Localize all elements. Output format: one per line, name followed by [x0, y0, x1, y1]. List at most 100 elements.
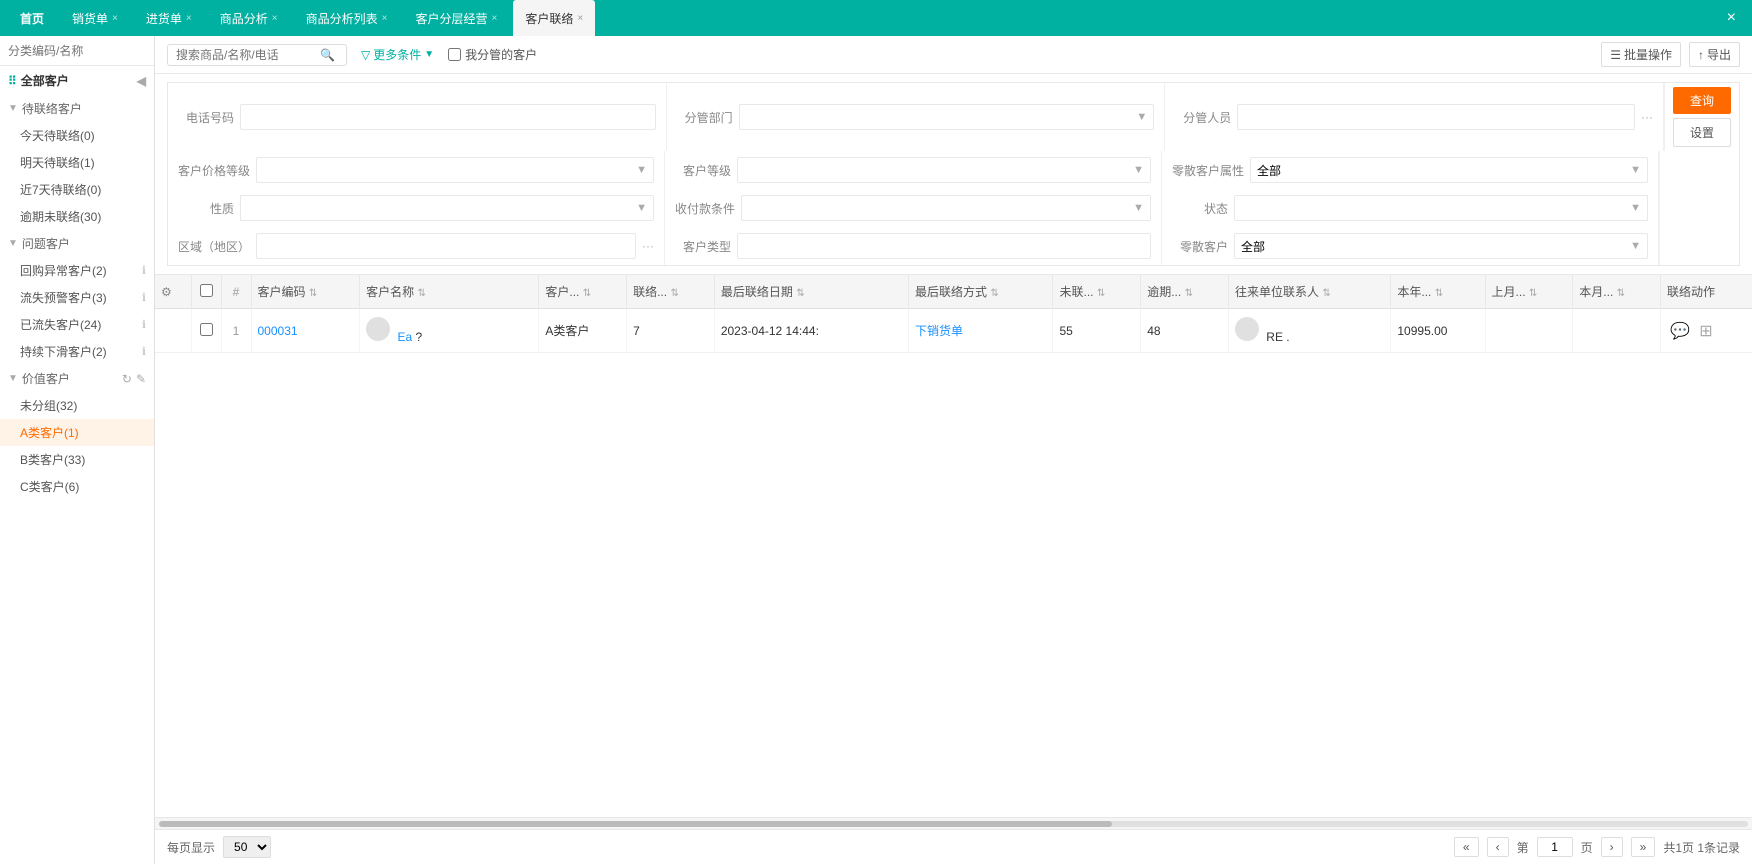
scrollbar-track[interactable] [159, 821, 1748, 827]
customer-type-input[interactable] [737, 233, 1151, 259]
edit-icon[interactable]: ✎ [136, 372, 146, 386]
window-close-button[interactable]: × [1719, 5, 1744, 31]
th-type[interactable]: 客户... ⇅ [539, 275, 627, 309]
region-input-field[interactable] [263, 239, 629, 253]
sidebar-item-class-c[interactable]: C类客户(6) [0, 473, 154, 500]
person-input-field[interactable] [1244, 110, 1628, 124]
phone-input-field[interactable] [247, 110, 649, 124]
th-this-month-sort-icon[interactable]: ⇅ [1617, 288, 1625, 299]
horizontal-scrollbar[interactable] [155, 817, 1752, 829]
th-type-sort-icon[interactable]: ⇅ [583, 288, 591, 299]
sidebar-item-decrease[interactable]: 持续下滑客户(2) ℹ [0, 338, 154, 365]
th-biz-contact-sort-icon[interactable]: ⇅ [1322, 288, 1330, 299]
nav-tab-sales-close[interactable]: × [112, 13, 118, 24]
sidebar-problem-customers-group[interactable]: ▼ 问题客户 [0, 230, 154, 257]
sidebar-item-overdue[interactable]: 逾期未联络(30) [0, 203, 154, 230]
sidebar-item-tomorrow[interactable]: 明天待联络(1) [0, 149, 154, 176]
region-input[interactable] [256, 233, 636, 259]
refresh-icon[interactable]: ↻ [122, 372, 132, 386]
nav-tab-purchase[interactable]: 进货单 × [134, 0, 204, 36]
th-name-sort-icon[interactable]: ⇅ [418, 288, 426, 299]
th-contacts[interactable]: 联络... ⇅ [627, 275, 715, 309]
th-last-method-sort-icon[interactable]: ⇅ [990, 288, 998, 299]
sidebar-item-class-a[interactable]: A类客户(1) [0, 419, 154, 446]
th-code-sort-icon[interactable]: ⇅ [309, 288, 317, 299]
search-icon[interactable]: 🔍 [320, 48, 335, 62]
nav-tab-goods-list-close[interactable]: × [382, 13, 388, 24]
region-dots-icon[interactable]: ··· [642, 239, 654, 253]
nav-tab-customer-contact-close[interactable]: × [577, 13, 583, 24]
scrollbar-thumb[interactable] [159, 821, 1112, 827]
th-checkbox[interactable] [191, 275, 221, 309]
sidebar-item-class-b[interactable]: B类客户(33) [0, 446, 154, 473]
th-this-year-sort-icon[interactable]: ⇅ [1435, 288, 1443, 299]
person-input[interactable] [1237, 104, 1635, 130]
th-last-method[interactable]: 最后联络方式 ⇅ [908, 275, 1053, 309]
next-page-button[interactable]: › [1601, 837, 1623, 857]
th-last-date[interactable]: 最后联络日期 ⇅ [714, 275, 908, 309]
query-button[interactable]: 查询 [1673, 87, 1731, 114]
th-uncontacted[interactable]: 未联... ⇅ [1053, 275, 1141, 309]
status-select[interactable]: ▼ [1234, 195, 1648, 221]
sidebar-search-input[interactable] [8, 44, 155, 58]
nav-tab-goods-list[interactable]: 商品分析列表 × [294, 0, 400, 36]
last-page-button[interactable]: » [1631, 837, 1656, 857]
scatter-attr-select[interactable]: 全部 ▼ [1250, 157, 1648, 183]
th-last-month-sort-icon[interactable]: ⇅ [1529, 288, 1537, 299]
price-level-select[interactable]: ▼ [256, 157, 654, 183]
setting-button[interactable]: 设置 [1673, 118, 1731, 147]
more-filters-button[interactable]: ▽ 更多条件 ▼ [355, 43, 440, 66]
th-last-date-sort-icon[interactable]: ⇅ [796, 288, 804, 299]
sidebar-item-seven-days[interactable]: 近7天待联络(0) [0, 176, 154, 203]
customer-level-select[interactable]: ▼ [737, 157, 1151, 183]
nav-tab-goods[interactable]: 商品分析 × [208, 0, 290, 36]
th-last-month[interactable]: 上月... ⇅ [1485, 275, 1573, 309]
page-size-select[interactable]: 50 [223, 836, 271, 858]
sidebar-pending-contact-group[interactable]: ▼ 待联络客户 [0, 95, 154, 122]
nav-tab-purchase-close[interactable]: × [186, 13, 192, 24]
th-code[interactable]: 客户编码 ⇅ [251, 275, 360, 309]
chat-icon[interactable]: 💬 [1670, 323, 1690, 340]
sidebar-item-unclassified[interactable]: 未分组(32) [0, 392, 154, 419]
select-all-checkbox[interactable] [200, 284, 213, 297]
customer-code-link[interactable]: 000031 [258, 324, 298, 338]
payment-select[interactable]: ▼ [741, 195, 1151, 221]
td-checkbox[interactable] [191, 309, 221, 353]
th-uncontacted-sort-icon[interactable]: ⇅ [1097, 288, 1105, 299]
phone-input[interactable] [240, 104, 656, 130]
th-this-month[interactable]: 本月... ⇅ [1573, 275, 1661, 309]
person-dots-icon[interactable]: ··· [1641, 110, 1653, 124]
my-customers-checkbox[interactable]: 我分管的客户 [448, 46, 537, 63]
sidebar-item-today[interactable]: 今天待联络(0) [0, 122, 154, 149]
th-this-year[interactable]: 本年... ⇅ [1391, 275, 1485, 309]
batch-ops-button[interactable]: ☰ 批量操作 [1601, 42, 1681, 67]
th-overdue-sort-icon[interactable]: ⇅ [1185, 288, 1193, 299]
nav-tab-customer-tier-close[interactable]: × [491, 13, 497, 24]
nav-tab-goods-close[interactable]: × [272, 13, 278, 24]
th-gear[interactable]: ⚙ [155, 275, 191, 309]
row-checkbox[interactable] [200, 323, 213, 336]
sidebar-item-repurchase[interactable]: 回购异常客户(2) ℹ [0, 257, 154, 284]
th-overdue[interactable]: 逾期... ⇅ [1141, 275, 1229, 309]
search-input[interactable] [176, 48, 316, 62]
nature-select[interactable]: ▼ [240, 195, 654, 221]
th-biz-contact[interactable]: 往来单位联系人 ⇅ [1228, 275, 1390, 309]
prev-page-button[interactable]: ‹ [1487, 837, 1509, 857]
my-customers-check[interactable] [448, 48, 461, 61]
scatter-select[interactable]: 全部 ▼ [1234, 233, 1648, 259]
th-name[interactable]: 客户名称 ⇅ [360, 275, 539, 309]
nav-home[interactable]: 首页 [8, 6, 56, 31]
nav-tab-customer-contact[interactable]: 客户联络 × [513, 0, 595, 36]
export-button[interactable]: ↑ 导出 [1689, 42, 1740, 67]
sidebar-item-loss-expected[interactable]: 流失预警客户(3) ℹ [0, 284, 154, 311]
grid-icon[interactable]: ⊞ [1699, 323, 1712, 340]
th-contacts-sort-icon[interactable]: ⇅ [670, 288, 678, 299]
sidebar-collapse-icon[interactable]: ◀ [137, 74, 146, 88]
nav-tab-sales[interactable]: 销货单 × [60, 0, 130, 36]
sidebar-all-customers-header[interactable]: ⠿ 全部客户 ◀ [0, 66, 154, 95]
customer-name-link[interactable]: Ea [397, 330, 412, 344]
dept-select[interactable]: ▼ [739, 104, 1155, 130]
page-input[interactable] [1537, 837, 1573, 857]
sidebar-value-customers-group[interactable]: ▼ 价值客户 ↻ ✎ [0, 365, 154, 392]
nav-tab-customer-tier[interactable]: 客户分层经营 × [403, 0, 509, 36]
